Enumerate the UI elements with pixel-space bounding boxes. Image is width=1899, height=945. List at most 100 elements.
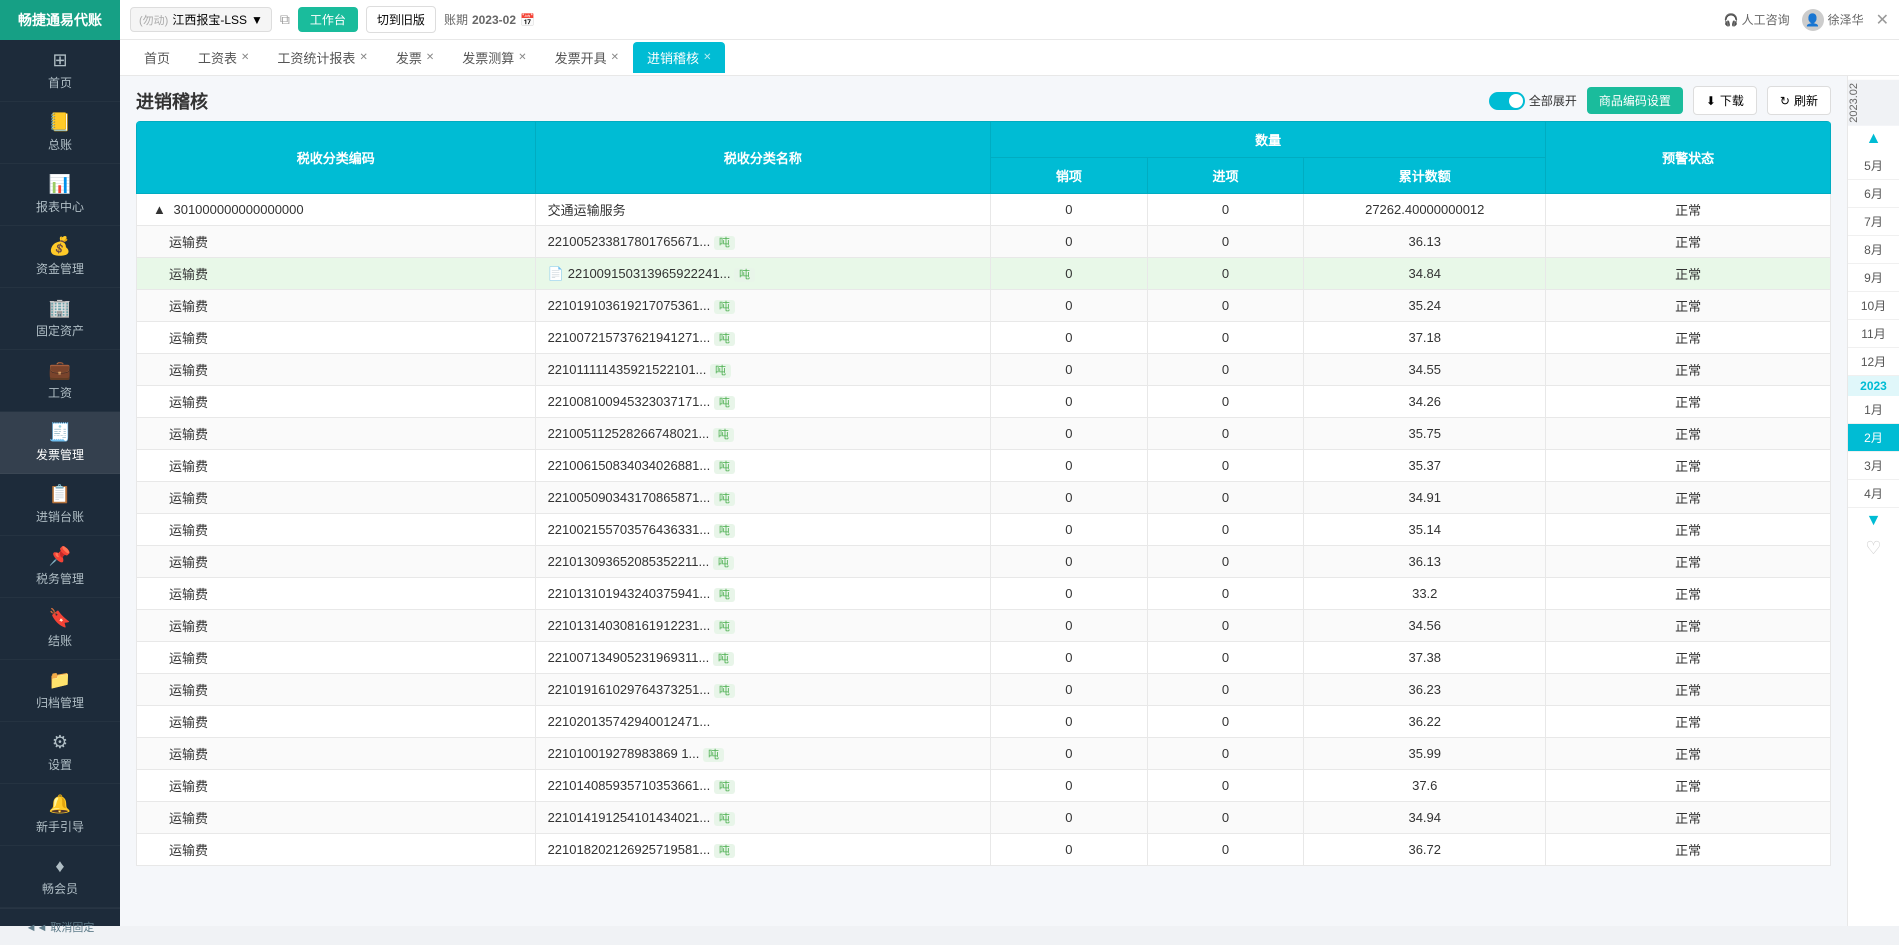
download-icon: ⬇ xyxy=(1706,94,1716,108)
setting-button[interactable]: 商品编码设置 xyxy=(1587,87,1683,114)
unit-tag: 吨 xyxy=(713,652,734,666)
table-row: 运输费 221013093652085352211... 吨 0 0 36.13… xyxy=(137,546,1831,578)
sidebar-item-salary[interactable]: 💼 工资 xyxy=(0,350,120,412)
sidebar-item-reports[interactable]: 📊 报表中心 xyxy=(0,164,120,226)
username: 徐泽华 xyxy=(1828,11,1864,28)
sidebar-item-purchase[interactable]: 📋 进销台账 xyxy=(0,474,120,536)
month-may[interactable]: 5月 xyxy=(1848,152,1899,180)
cell-item-name: 运输费 xyxy=(137,418,536,450)
refresh-button[interactable]: ↻ 刷新 xyxy=(1767,86,1831,115)
month-oct[interactable]: 10月 xyxy=(1848,292,1899,320)
tab-salary-stats-close[interactable]: ✕ xyxy=(359,52,367,63)
header-cumulative: 累计数额 xyxy=(1304,158,1546,194)
sidebar-item-home-label: 首页 xyxy=(48,74,72,91)
cell-invoice-num: 221010019278983869 1... 吨 xyxy=(535,738,991,770)
tab-reconcile[interactable]: 进销稽核 ✕ xyxy=(633,42,725,73)
month-nov[interactable]: 11月 xyxy=(1848,320,1899,348)
tab-invoice-calc-close[interactable]: ✕ xyxy=(518,52,526,63)
month-aug[interactable]: 8月 xyxy=(1848,236,1899,264)
unit-tag: 吨 xyxy=(714,844,735,858)
sidebar: 畅捷通易代账 ⊞ 首页 📒 总账 📊 报表中心 💰 资金管理 🏢 固定资产 💼 … xyxy=(0,0,120,926)
sidebar-item-invoice[interactable]: 🧾 发票管理 xyxy=(0,412,120,474)
tab-invoice-open-close[interactable]: ✕ xyxy=(611,52,619,63)
user-info[interactable]: 👤 徐泽华 xyxy=(1802,9,1864,31)
sidebar-item-home[interactable]: ⊞ 首页 xyxy=(0,40,120,102)
month-feb[interactable]: 2月 xyxy=(1848,424,1899,452)
sidebar-item-tax[interactable]: 📌 税务管理 xyxy=(0,536,120,598)
sidebar-item-settings[interactable]: ⚙ 设置 xyxy=(0,722,120,784)
sidebar-item-archive[interactable]: 📁 归档管理 xyxy=(0,660,120,722)
cell-cumulative: 36.23 xyxy=(1304,674,1546,706)
cell-item-name: 运输费 xyxy=(137,706,536,738)
cell-status: 正常 xyxy=(1546,642,1831,674)
cell-cumulative: 33.2 xyxy=(1304,578,1546,610)
table-row: 运输费 221005090343170865871... 吨 0 0 34.91… xyxy=(137,482,1831,514)
cell-cumulative: 36.13 xyxy=(1304,546,1546,578)
cell-sales: 0 xyxy=(991,514,1148,546)
cell-purchase: 0 xyxy=(1147,226,1304,258)
cell-item-name: 运输费 xyxy=(137,546,536,578)
cell-cumulative: 34.84 xyxy=(1304,258,1546,290)
month-jun[interactable]: 6月 xyxy=(1848,180,1899,208)
month-jul[interactable]: 7月 xyxy=(1848,208,1899,236)
tab-salary-table[interactable]: 工资表 ✕ xyxy=(184,42,263,73)
sidebar-item-assets[interactable]: 🏢 固定资产 xyxy=(0,288,120,350)
tab-invoice-calc-label: 发票测算 xyxy=(462,48,514,67)
cell-cumulative: 36.13 xyxy=(1304,226,1546,258)
cell-status: 正常 xyxy=(1546,482,1831,514)
expand-icon[interactable]: ▲ xyxy=(153,202,166,217)
month-dec[interactable]: 12月 xyxy=(1848,348,1899,376)
calendar-icon[interactable]: 📅 xyxy=(520,13,535,27)
company-selector[interactable]: (勿动) 江西报宝-LSS ▼ xyxy=(130,7,272,32)
cell-sales: 0 xyxy=(991,674,1148,706)
copy-icon[interactable]: ⧉ xyxy=(280,11,290,28)
month-apr[interactable]: 4月 xyxy=(1848,480,1899,508)
month-jan[interactable]: 1月 xyxy=(1848,396,1899,424)
download-button[interactable]: ⬇ 下载 xyxy=(1693,86,1757,115)
tab-salary-stats[interactable]: 工资统计报表 ✕ xyxy=(263,42,381,73)
table-row: 运输费 221006150834034026881... 吨 0 0 35.37… xyxy=(137,450,1831,482)
sidebar-item-capital[interactable]: 💰 资金管理 xyxy=(0,226,120,288)
tab-home[interactable]: 首页 xyxy=(130,42,184,73)
support-link[interactable]: 🎧 人工咨询 xyxy=(1724,11,1790,28)
sidebar-item-member[interactable]: ♦ 畅会员 xyxy=(0,846,120,908)
sidebar-item-settlement[interactable]: 🔖 结账 xyxy=(0,598,120,660)
cell-invoice-num: 221006150834034026881... 吨 xyxy=(535,450,991,482)
cell-status: 正常 xyxy=(1546,354,1831,386)
tab-bar: 首页 工资表 ✕ 工资统计报表 ✕ 发票 ✕ 发票测算 ✕ 发票开具 ✕ 进销稽… xyxy=(120,40,1899,76)
cell-invoice-num: 221005233817801765671... 吨 xyxy=(535,226,991,258)
tab-invoice[interactable]: 发票 ✕ xyxy=(382,42,448,73)
cell-status: 正常 xyxy=(1546,610,1831,642)
tab-salary-table-close[interactable]: ✕ xyxy=(241,52,249,63)
close-icon[interactable]: ✕ xyxy=(1876,10,1889,30)
guide-icon: 🔔 xyxy=(49,794,71,815)
cell-item-name: 运输费 xyxy=(137,834,536,866)
sidebar-unpin[interactable]: ◄◄ 取消固定 xyxy=(0,908,120,945)
cell-status: 正常 xyxy=(1546,578,1831,610)
tab-invoice-close[interactable]: ✕ xyxy=(426,52,434,63)
table-row: 运输费 221018202126925719581... 吨 0 0 36.72… xyxy=(137,834,1831,866)
dropdown-icon: ▼ xyxy=(251,13,263,27)
tab-invoice-calc[interactable]: 发票测算 ✕ xyxy=(448,42,540,73)
tab-reconcile-close[interactable]: ✕ xyxy=(703,52,711,63)
workspace-button[interactable]: 工作台 xyxy=(298,7,358,32)
tab-salary-table-label: 工资表 xyxy=(198,48,237,67)
scroll-down[interactable]: ▼ xyxy=(1848,508,1899,534)
sidebar-item-archive-label: 归档管理 xyxy=(36,694,84,711)
cell-purchase: 0 xyxy=(1147,482,1304,514)
cell-tax-name: 交通运输服务 xyxy=(535,194,991,226)
month-mar[interactable]: 3月 xyxy=(1848,452,1899,480)
cell-status: 正常 xyxy=(1546,322,1831,354)
switch-version-button[interactable]: 切到旧版 xyxy=(366,6,436,33)
month-sep[interactable]: 9月 xyxy=(1848,264,1899,292)
cell-sales: 0 xyxy=(991,610,1148,642)
cell-invoice-num: 221013140308161912231... 吨 xyxy=(535,610,991,642)
toggle-expand[interactable]: 全部展开 xyxy=(1489,92,1577,110)
sidebar-item-guide-label: 新手引导 xyxy=(36,818,84,835)
sidebar-item-ledger[interactable]: 📒 总账 xyxy=(0,102,120,164)
sidebar-item-guide[interactable]: 🔔 新手引导 xyxy=(0,784,120,846)
cell-sales: 0 xyxy=(991,226,1148,258)
scroll-up[interactable]: ▲ xyxy=(1848,126,1899,152)
toggle-switch[interactable] xyxy=(1489,92,1525,110)
tab-invoice-open[interactable]: 发票开具 ✕ xyxy=(541,42,633,73)
